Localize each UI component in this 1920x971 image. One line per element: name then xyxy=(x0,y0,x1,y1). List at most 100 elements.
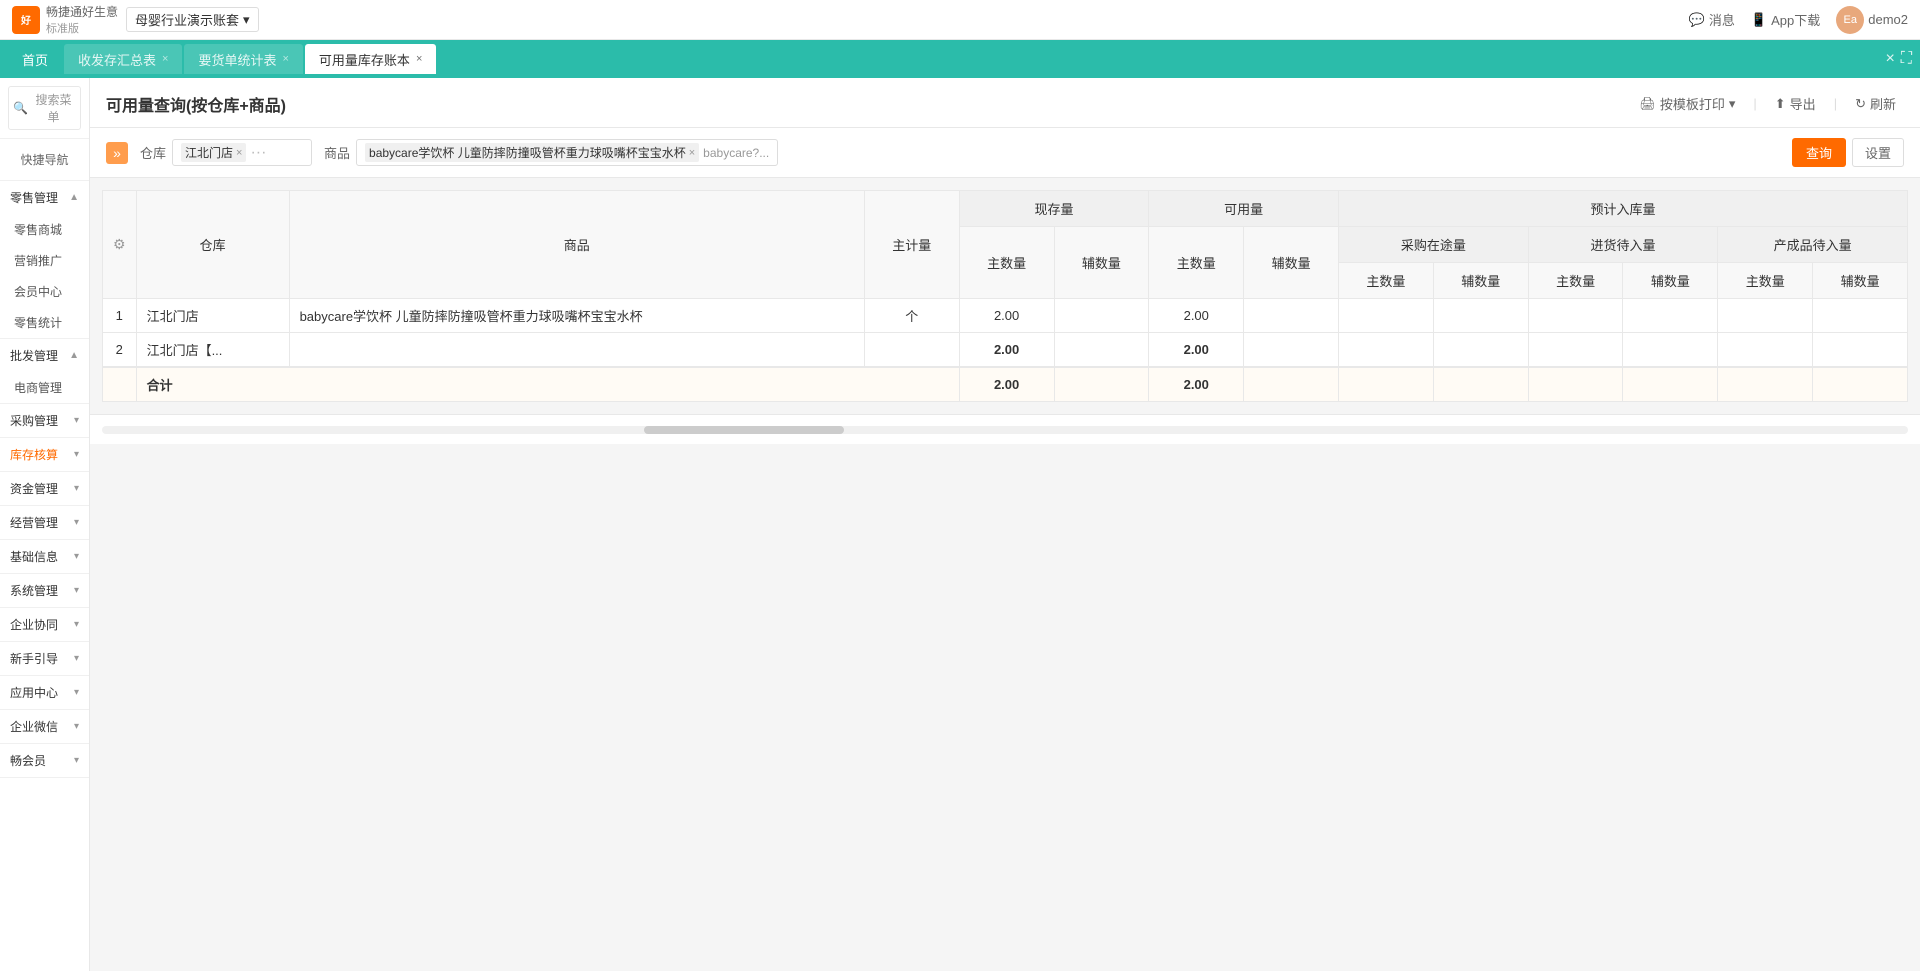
page-title: 可用量查询(按仓库+商品) xyxy=(106,92,286,116)
tab-available-stock[interactable]: 可用量库存账本 × xyxy=(305,44,436,74)
top-bar-right: 💬 消息 📱 App下载 Ea demo2 xyxy=(1689,6,1908,34)
td-product: babycare学饮杯 儿童防摔防撞吸管杯重力球吸嘴杯宝宝水杯 xyxy=(289,299,864,333)
sidebar-item-quick-nav[interactable]: 快捷导航 xyxy=(0,143,89,176)
main-layout: 🔍 搜索菜单 快捷导航 零售管理 ▲ 零售商城 营销推广 会员中心 零售统计 批… xyxy=(0,78,1920,971)
collaboration-section-arrow: ▾ xyxy=(74,619,79,630)
summary-product-main xyxy=(1718,367,1813,402)
td-product-main xyxy=(1718,333,1813,368)
industry-name: 母婴行业演示账套 xyxy=(135,10,239,29)
sidebar-section-guide-header[interactable]: 新手引导 ▾ xyxy=(0,642,89,675)
print-template-button[interactable]: 🖨 按模板打印 ▾ xyxy=(1631,90,1743,117)
th-current-main: 主数量 xyxy=(959,227,1054,299)
product-filter-input[interactable]: babycare学饮杯 儿童防摔防撞吸管杯重力球吸嘴杯宝宝水杯 × babyca… xyxy=(356,139,778,166)
sidebar-section-finance-header[interactable]: 资金管理 ▾ xyxy=(0,472,89,505)
download-icon: 📱 xyxy=(1751,12,1767,28)
download-label: App下载 xyxy=(1771,10,1820,29)
tab-close-icon[interactable]: × xyxy=(162,53,168,65)
summary-arrival-main xyxy=(1528,367,1623,402)
sidebar-section-wholesale-header[interactable]: 批发管理 ▲ xyxy=(0,339,89,372)
horizontal-scrollbar-thumb[interactable] xyxy=(644,426,844,434)
search-menu-button[interactable]: 🔍 搜索菜单 xyxy=(8,86,81,130)
sidebar-section-members-header[interactable]: 畅会员 ▾ xyxy=(0,744,89,777)
sidebar-section-retail-header[interactable]: 零售管理 ▲ xyxy=(0,181,89,214)
export-label: 导出 xyxy=(1790,94,1816,113)
sidebar-search-area: 🔍 搜索菜单 xyxy=(0,78,89,139)
sidebar-section-wechat-header[interactable]: 企业微信 ▾ xyxy=(0,710,89,743)
sidebar-section-app-center-header[interactable]: 应用中心 ▾ xyxy=(0,676,89,709)
summary-label: 合计 xyxy=(136,367,959,402)
td-unit: 个 xyxy=(864,299,959,333)
th-arrival-main: 主数量 xyxy=(1528,263,1623,299)
page-title-row: 可用量查询(按仓库+商品) 🖨 按模板打印 ▾ | ⬆ 导出 | ↻ xyxy=(106,90,1904,127)
warehouse-filter-input[interactable]: 江北门店 × ··· xyxy=(172,139,312,166)
avatar: Ea xyxy=(1836,6,1864,34)
query-button[interactable]: 查询 xyxy=(1792,138,1846,167)
tab-available-label: 可用量库存账本 xyxy=(319,50,410,69)
tab-order-stats[interactable]: 要货单统计表 × xyxy=(184,44,302,74)
td-purchase-main xyxy=(1339,333,1434,368)
td-purchase-main xyxy=(1339,299,1434,333)
retail-section-label: 零售管理 xyxy=(10,189,58,206)
operations-section-label: 经营管理 xyxy=(10,514,58,531)
content-area: 可用量查询(按仓库+商品) 🖨 按模板打印 ▾ | ⬆ 导出 | ↻ xyxy=(90,78,1920,971)
wechat-section-arrow: ▾ xyxy=(74,721,79,732)
table-row: 1 江北门店 babycare学饮杯 儿童防摔防撞吸管杯重力球吸嘴杯宝宝水杯 个… xyxy=(103,299,1908,333)
sidebar-section-operations-header[interactable]: 经营管理 ▾ xyxy=(0,506,89,539)
refresh-button[interactable]: ↻ 刷新 xyxy=(1847,90,1904,117)
sidebar-item-ecommerce[interactable]: 电商管理 xyxy=(0,372,89,403)
tab-receivable-summary[interactable]: 收发存汇总表 × xyxy=(64,44,182,74)
sidebar-item-retail-mall[interactable]: 零售商城 xyxy=(0,214,89,245)
product-tag-text: babycare学饮杯 儿童防摔防撞吸管杯重力球吸嘴杯宝宝水杯 xyxy=(369,144,686,161)
column-settings-icon[interactable]: ⚙ xyxy=(113,236,126,252)
table-scroll-area[interactable]: ⚙ 仓库 商品 主计量 现存量 xyxy=(102,190,1908,402)
sidebar-section-purchase-header[interactable]: 采购管理 ▾ xyxy=(0,404,89,437)
warehouse-tag-text: 江北门店 xyxy=(185,144,233,161)
tab-close-icon[interactable]: × xyxy=(282,53,288,65)
message-button[interactable]: 💬 消息 xyxy=(1689,10,1735,29)
tab-close-icon[interactable]: × xyxy=(416,53,422,65)
filter-row: » 仓库 江北门店 × ··· 商品 babycare学饮杯 儿童防摔防撞吸管杯… xyxy=(90,128,1920,178)
horizontal-scrollbar[interactable] xyxy=(102,426,1908,434)
th-product-main: 主数量 xyxy=(1718,263,1813,299)
sidebar-section-wholesale: 批发管理 ▲ 电商管理 xyxy=(0,339,89,404)
close-all-tabs-button[interactable]: × xyxy=(1885,50,1894,68)
guide-section-label: 新手引导 xyxy=(10,650,58,667)
warehouse-tag-remove[interactable]: × xyxy=(236,147,242,159)
th-purchase-in-transit: 采购在途量 xyxy=(1339,227,1529,263)
top-bar: 好 畅捷通好生意 标准版 母婴行业演示账套 ▾ 💬 消息 📱 App下载 Ea … xyxy=(0,0,1920,40)
sidebar-section-collaboration-header[interactable]: 企业协同 ▾ xyxy=(0,608,89,641)
sidebar-item-membership[interactable]: 会员中心 xyxy=(0,276,89,307)
expand-tab-button[interactable]: ⛶ xyxy=(1901,50,1912,68)
td-product-aux xyxy=(1813,333,1908,368)
filter-expand-button[interactable]: » xyxy=(106,142,128,164)
th-settings[interactable]: ⚙ xyxy=(103,191,137,299)
sidebar-section-system-header[interactable]: 系统管理 ▾ xyxy=(0,574,89,607)
settings-button[interactable]: 设置 xyxy=(1852,138,1904,167)
bottom-scrollbar-area xyxy=(90,414,1920,444)
td-purchase-aux xyxy=(1433,299,1528,333)
product-tag-remove[interactable]: × xyxy=(689,147,695,159)
export-button[interactable]: ⬆ 导出 xyxy=(1767,90,1824,117)
refresh-icon: ↻ xyxy=(1855,96,1866,112)
sidebar-section-basic-info-header[interactable]: 基础信息 ▾ xyxy=(0,540,89,573)
print-label: 按模板打印 xyxy=(1660,94,1725,113)
page-actions: 🖨 按模板打印 ▾ | ⬆ 导出 | ↻ 刷新 xyxy=(1631,90,1904,117)
warehouse-more-button[interactable]: ··· xyxy=(250,144,266,162)
search-menu-label: 搜索菜单 xyxy=(31,91,76,125)
tab-home[interactable]: 首页 xyxy=(8,44,62,74)
td-arrival-main xyxy=(1528,299,1623,333)
sidebar-section-inventory-header[interactable]: 库存核算 ▾ xyxy=(0,438,89,471)
product-filter-label: 商品 xyxy=(324,143,350,162)
td-purchase-aux xyxy=(1433,333,1528,368)
members-section-label: 畅会员 xyxy=(10,752,46,769)
sidebar-section-guide: 新手引导 ▾ xyxy=(0,642,89,676)
sidebar-section-finance: 资金管理 ▾ xyxy=(0,472,89,506)
sidebar-item-marketing[interactable]: 营销推广 xyxy=(0,245,89,276)
td-current-main: 2.00 xyxy=(959,299,1054,333)
industry-selector[interactable]: 母婴行业演示账套 ▾ xyxy=(126,7,259,32)
sidebar-item-retail-stats[interactable]: 零售统计 xyxy=(0,307,89,338)
chevron-down-icon: ▾ xyxy=(243,12,250,28)
user-menu[interactable]: Ea demo2 xyxy=(1836,6,1908,34)
app-download-button[interactable]: 📱 App下载 xyxy=(1751,10,1820,29)
operations-section-arrow: ▾ xyxy=(74,517,79,528)
